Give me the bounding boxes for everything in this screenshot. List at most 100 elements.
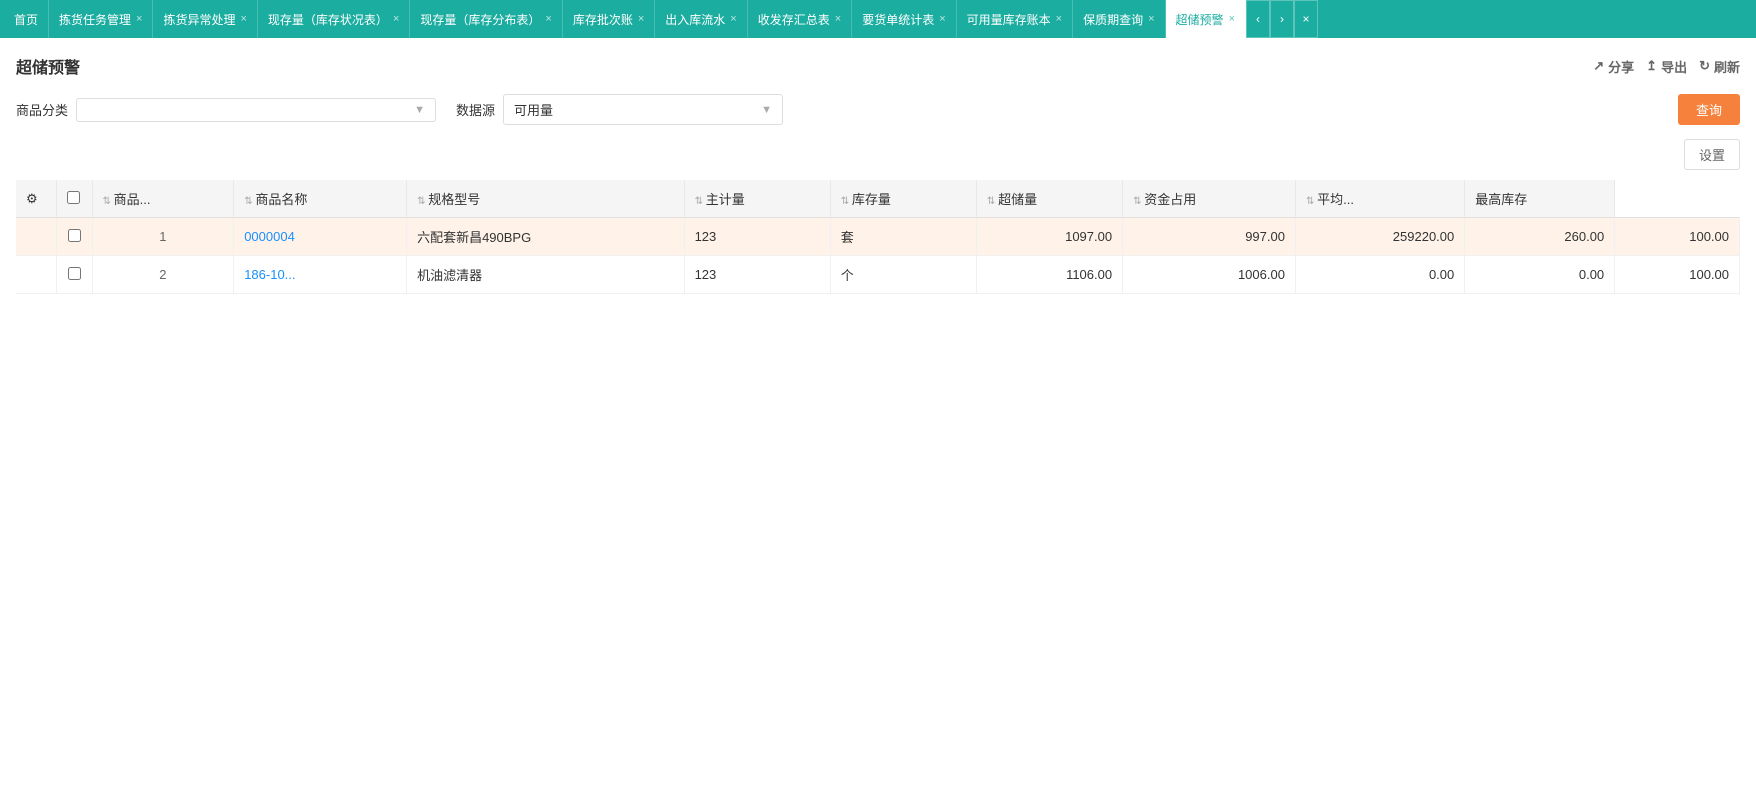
- filter-actions: 查询: [1678, 94, 1740, 125]
- row-overstock-cell: 997.00: [1123, 218, 1296, 256]
- row-checkbox[interactable]: [68, 267, 81, 280]
- row-num-cell: 1: [92, 218, 234, 256]
- row-gear-cell: [16, 218, 56, 256]
- category-filter: 商品分类 ▼: [16, 98, 436, 122]
- close-abnormal[interactable]: ×: [240, 13, 246, 25]
- table-header-row: ⚙ ⇅ 商品... ⇅ 商品名称 ⇅ 规格型号 ⇅: [16, 180, 1740, 218]
- nav-tab-stock-status[interactable]: 现存量（库存状况表） ×: [258, 0, 410, 38]
- query-button[interactable]: 查询: [1678, 94, 1740, 125]
- nav-tab-inout-flow[interactable]: 出入库流水 ×: [655, 0, 747, 38]
- row-capital-cell: 259220.00: [1295, 218, 1464, 256]
- category-chevron-icon: ▼: [414, 104, 425, 116]
- sort-icon: ⇅: [244, 196, 255, 207]
- nav-close-arrow[interactable]: ×: [1294, 0, 1318, 38]
- sort-icon: ⇅: [417, 196, 428, 207]
- page-header: 超储预警 ↗ 分享 ↥ 导出 ↻ 刷新: [16, 54, 1740, 78]
- nav-tab-collect-summary[interactable]: 收发存汇总表 ×: [748, 0, 852, 38]
- refresh-icon: ↻: [1699, 58, 1710, 74]
- row-unit-cell: 套: [830, 218, 976, 256]
- nav-tab-order-stat[interactable]: 要货单统计表 ×: [852, 0, 956, 38]
- row-overstock-cell: 1006.00: [1123, 256, 1296, 294]
- row-spec-cell: 123: [684, 256, 830, 294]
- sort-icon: ⇅: [987, 196, 998, 207]
- row-gear-cell: [16, 256, 56, 294]
- col-maxstock-header: 最高库存: [1465, 180, 1615, 218]
- col-capital-header[interactable]: ⇅ 资金占用: [1123, 180, 1296, 218]
- data-table: ⚙ ⇅ 商品... ⇅ 商品名称 ⇅ 规格型号 ⇅: [16, 180, 1740, 294]
- share-button[interactable]: ↗ 分享: [1593, 57, 1634, 76]
- filter-row: 商品分类 ▼ 数据源 可用量 ▼ 查询: [16, 94, 1740, 125]
- col-code-header[interactable]: ⇅ 商品...: [92, 180, 234, 218]
- top-nav: 首页 拣货任务管理 × 拣货异常处理 × 现存量（库存状况表） × 现存量（库存…: [0, 0, 1756, 38]
- row-avg-cell: 260.00: [1465, 218, 1615, 256]
- select-all-checkbox[interactable]: [67, 191, 80, 204]
- col-avg-header[interactable]: ⇅ 平均...: [1295, 180, 1464, 218]
- close-task-mgmt[interactable]: ×: [136, 13, 142, 25]
- close-order-stat[interactable]: ×: [939, 13, 945, 25]
- table-body: 1 0000004 六配套新昌490BPG 123 套 1097.00 997.…: [16, 218, 1740, 294]
- nav-tab-stock-dist[interactable]: 现存量（库存分布表） ×: [410, 0, 562, 38]
- category-label: 商品分类: [16, 100, 68, 119]
- datasource-chevron-icon: ▼: [761, 104, 772, 116]
- nav-prev-arrow[interactable]: ‹: [1246, 0, 1270, 38]
- col-unit-header[interactable]: ⇅ 主计量: [684, 180, 830, 218]
- close-stock-dist[interactable]: ×: [545, 13, 551, 25]
- datasource-select[interactable]: 可用量 ▼: [503, 94, 783, 125]
- settings-col-icon: ⚙: [26, 191, 38, 206]
- table-row: 1 0000004 六配套新昌490BPG 123 套 1097.00 997.…: [16, 218, 1740, 256]
- close-batch-account[interactable]: ×: [638, 13, 644, 25]
- nav-tab-overstock-warning[interactable]: 超储预警 ×: [1166, 0, 1246, 38]
- share-icon: ↗: [1593, 58, 1604, 74]
- nav-tab-home[interactable]: 首页: [4, 0, 49, 38]
- row-capital-cell: 0.00: [1295, 256, 1464, 294]
- settings-button[interactable]: 设置: [1684, 139, 1740, 170]
- row-stock-cell: 1097.00: [976, 218, 1122, 256]
- nav-tab-batch-account[interactable]: 库存批次账 ×: [563, 0, 655, 38]
- row-maxstock-cell: 100.00: [1615, 218, 1740, 256]
- row-code-cell: 0000004: [234, 218, 407, 256]
- datasource-select-value: 可用量: [514, 100, 553, 119]
- close-quality-check[interactable]: ×: [1148, 13, 1154, 25]
- sort-icon: ⇅: [1306, 196, 1317, 207]
- close-usable-account[interactable]: ×: [1056, 13, 1062, 25]
- row-name-cell: 六配套新昌490BPG: [407, 218, 685, 256]
- export-icon: ↥: [1646, 58, 1657, 74]
- refresh-button[interactable]: ↻ 刷新: [1699, 57, 1740, 76]
- row-avg-cell: 0.00: [1465, 256, 1615, 294]
- col-spec-header[interactable]: ⇅ 规格型号: [407, 180, 685, 218]
- col-select-all[interactable]: [56, 180, 92, 218]
- page-actions: ↗ 分享 ↥ 导出 ↻ 刷新: [1593, 57, 1740, 76]
- row-code-cell: 186-10...: [234, 256, 407, 294]
- close-overstock-warning[interactable]: ×: [1229, 13, 1235, 25]
- datasource-filter: 数据源 可用量 ▼: [456, 94, 783, 125]
- row-unit-cell: 个: [830, 256, 976, 294]
- nav-next-arrow[interactable]: ›: [1270, 0, 1294, 38]
- col-gear[interactable]: ⚙: [16, 180, 56, 218]
- page-title: 超储预警: [16, 54, 80, 78]
- row-checkbox-cell[interactable]: [56, 218, 92, 256]
- page-container: 超储预警 ↗ 分享 ↥ 导出 ↻ 刷新 商品分类 ▼ 数据源: [0, 38, 1756, 310]
- close-stock-status[interactable]: ×: [393, 13, 399, 25]
- close-inout-flow[interactable]: ×: [730, 13, 736, 25]
- export-button[interactable]: ↥ 导出: [1646, 57, 1687, 76]
- row-checkbox-cell[interactable]: [56, 256, 92, 294]
- nav-tab-task-mgmt[interactable]: 拣货任务管理 ×: [49, 0, 153, 38]
- sort-icon: ⇅: [695, 196, 706, 207]
- col-name-header[interactable]: ⇅ 商品名称: [234, 180, 407, 218]
- sort-icon: ⇅: [1133, 196, 1144, 207]
- row-spec-cell: 123: [684, 218, 830, 256]
- row-maxstock-cell: 100.00: [1615, 256, 1740, 294]
- row-checkbox[interactable]: [68, 229, 81, 242]
- category-select[interactable]: ▼: [76, 98, 436, 122]
- datasource-label: 数据源: [456, 100, 495, 119]
- col-stock-header[interactable]: ⇅ 库存量: [830, 180, 976, 218]
- nav-tab-usable-account[interactable]: 可用量库存账本 ×: [957, 0, 1073, 38]
- row-name-cell: 机油滤清器: [407, 256, 685, 294]
- row-num-cell: 2: [92, 256, 234, 294]
- close-collect-summary[interactable]: ×: [835, 13, 841, 25]
- nav-tab-abnormal[interactable]: 拣货异常处理 ×: [153, 0, 257, 38]
- row-stock-cell: 1106.00: [976, 256, 1122, 294]
- col-overstock-header[interactable]: ⇅ 超储量: [976, 180, 1122, 218]
- nav-tab-quality-check[interactable]: 保质期查询 ×: [1073, 0, 1165, 38]
- sort-icon: ⇅: [103, 196, 114, 207]
